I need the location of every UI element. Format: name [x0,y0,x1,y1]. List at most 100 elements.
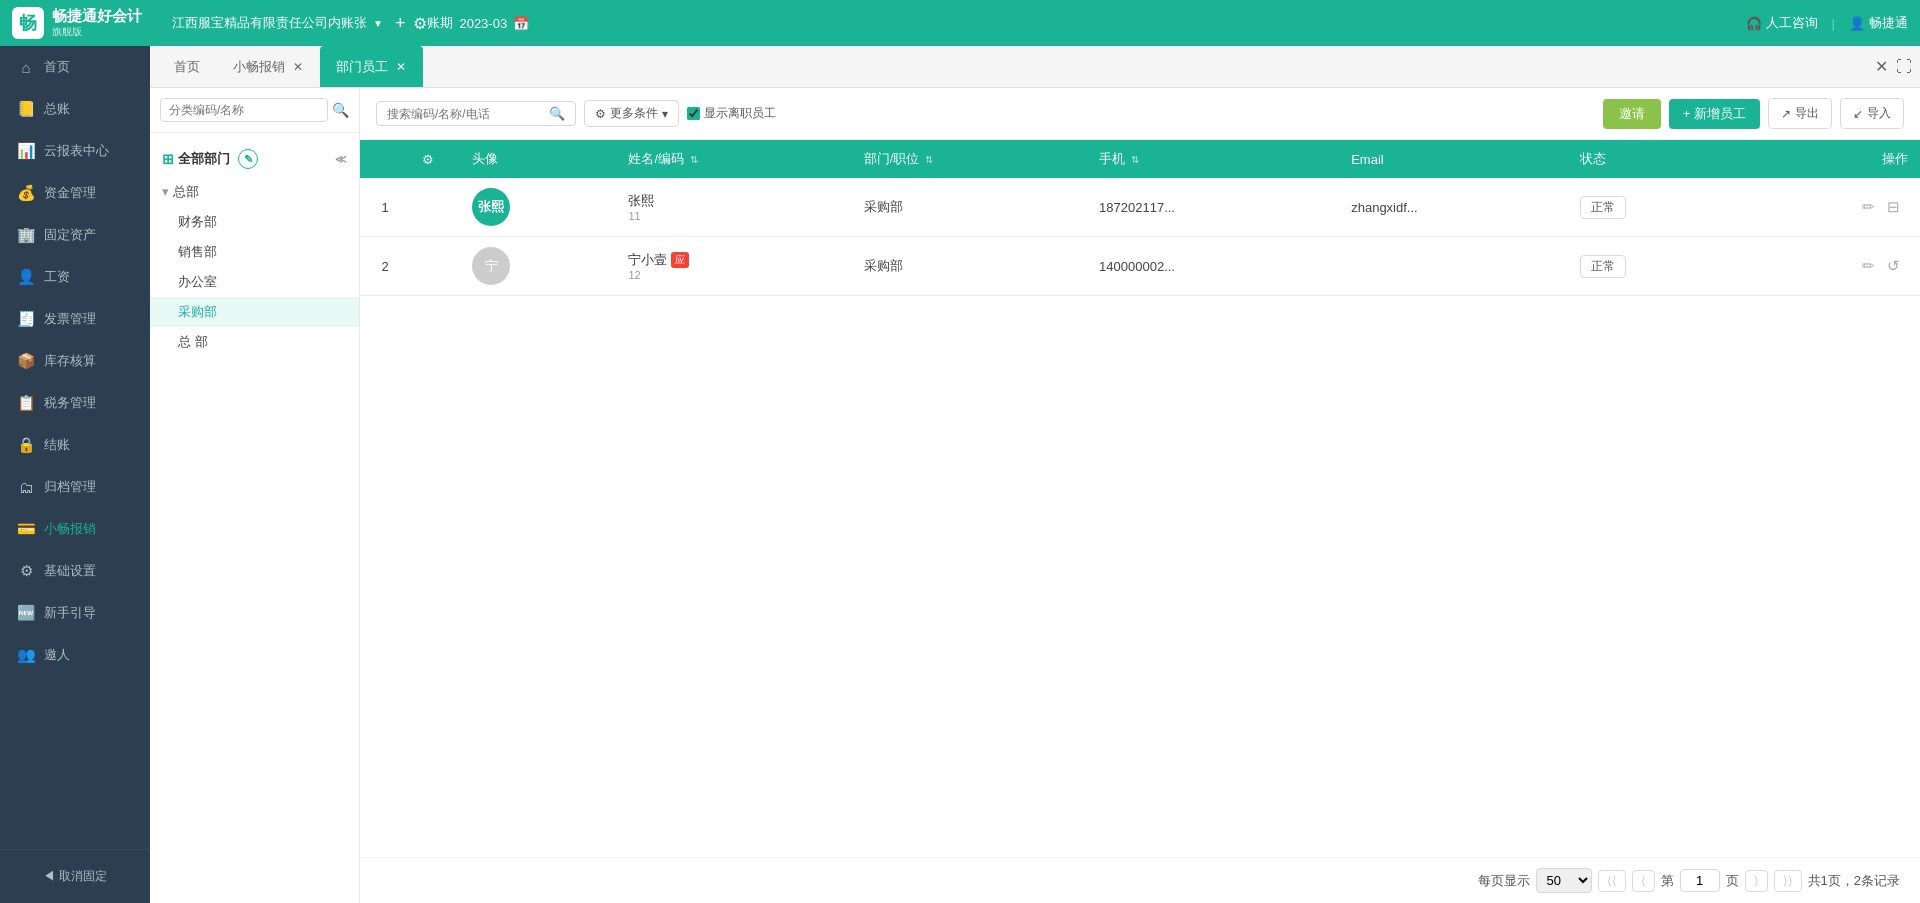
tab-expense-close[interactable]: ✕ [293,60,303,74]
sidebar-item-funds[interactable]: 💰 资金管理 [0,172,150,214]
row2-edit-button[interactable]: ✏ [1862,257,1875,274]
dept-label-hq: 总部 [173,184,199,199]
page-number-input[interactable] [1680,869,1720,892]
tax-icon: 📋 [16,394,36,412]
prev-page-button[interactable]: ⟨ [1632,870,1655,892]
first-page-button[interactable]: ⟨⟨ [1598,870,1626,892]
dept-tree: ⊞ 全部部门 ✎ ≪ ▾ 总部 财务部 销售部 [150,133,359,903]
sidebar: ⌂ 首页 📒 总账 📊 云报表中心 💰 资金管理 🏢 固定资产 👤 工资 🧾 发… [0,46,150,903]
dept-item-general[interactable]: 总 部 [150,327,359,357]
left-panel: 🔍 ⊞ 全部部门 ✎ ≪ ▾ 总部 财务部 [150,88,360,903]
col-settings[interactable]: ⚙ [410,140,460,178]
sidebar-item-closing[interactable]: 🔒 结账 [0,424,150,466]
calendar-icon[interactable]: 📅 [513,16,529,31]
dept-item-hq[interactable]: ▾ 总部 [150,177,359,207]
row2-dept-cell: 采购部 [852,237,1087,296]
invite-button[interactable]: 邀请 [1603,99,1661,129]
sidebar-item-home[interactable]: ⌂ 首页 [0,46,150,88]
all-dept-item[interactable]: ⊞ 全部部门 ✎ ≪ [150,141,359,177]
show-resigned-label[interactable]: 显示离职员工 [687,105,776,122]
company-selector[interactable]: 江西服宝精品有限责任公司内账张 ▼ [172,14,383,32]
per-page-select[interactable]: 50 10 20 100 [1536,868,1592,893]
col-phone[interactable]: 手机 ⇅ [1087,140,1339,178]
row1-edit-button[interactable]: ✏ [1862,198,1875,215]
row2-email-cell [1339,237,1567,296]
dept-item-finance[interactable]: 财务部 [150,207,359,237]
dept-edit-button[interactable]: ✎ [238,149,258,169]
tab-window-buttons: ✕ ⛶ [1875,57,1912,76]
tab-employee[interactable]: 部门员工 ✕ [320,46,423,87]
sidebar-item-inventory[interactable]: 📦 库存核算 [0,340,150,382]
maximize-window-button[interactable]: ⛶ [1896,58,1912,76]
col-name-code[interactable]: 姓名/编码 ⇅ [616,140,851,178]
sidebar-item-assets[interactable]: 🏢 固定资产 [0,214,150,256]
page-content: 🔍 ⊞ 全部部门 ✎ ≪ ▾ 总部 财务部 [150,88,1920,903]
pagination-bar: 每页显示 50 10 20 100 ⟨⟨ ⟨ 第 页 ⟩ ⟩⟩ 共1页，2条记录 [360,857,1920,903]
row1-avatar-cell: 张熙 [460,178,616,237]
dept-item-sales[interactable]: 销售部 [150,237,359,267]
dept-search-icon[interactable]: 🔍 [332,102,349,118]
add-employee-button[interactable]: + 新增员工 [1669,99,1760,129]
tab-home-label: 首页 [174,58,200,76]
unfix-label: ◀ 取消固定 [43,868,106,885]
filter-icon: ⚙ [595,107,606,121]
sidebar-item-reports[interactable]: 📊 云报表中心 [0,130,150,172]
next-page-button[interactable]: ⟩ [1745,870,1768,892]
tab-bar: 首页 小畅报销 ✕ 部门员工 ✕ ✕ ⛶ [150,46,1920,88]
dept-search-input[interactable] [160,98,328,122]
sidebar-item-salary[interactable]: 👤 工资 [0,256,150,298]
user-icon: 👤 [1849,16,1865,31]
unfix-button[interactable]: ◀ 取消固定 [0,860,150,893]
sidebar-item-tax[interactable]: 📋 税务管理 [0,382,150,424]
header-divider: | [1832,16,1835,31]
sidebar-item-archive[interactable]: 🗂 归档管理 [0,466,150,508]
tab-home[interactable]: 首页 [158,46,217,87]
sidebar-label-invite: 邀人 [44,646,70,664]
dept-item-office[interactable]: 办公室 [150,267,359,297]
row2-restore-button[interactable]: ↺ [1887,257,1900,274]
last-page-button[interactable]: ⟩⟩ [1774,870,1802,892]
sidebar-item-expense[interactable]: 💳 小畅报销 [0,508,150,550]
archive-icon: 🗂 [16,479,36,496]
tab-expense[interactable]: 小畅报销 ✕ [217,46,320,87]
sidebar-label-closing: 结账 [44,436,70,454]
toolbar: 🔍 ⚙ 更多条件 ▾ 显示离职员工 邀请 + 新增员工 [360,88,1920,140]
col-dept[interactable]: 部门/职位 ⇅ [852,140,1087,178]
employee-search-input[interactable] [387,107,543,121]
more-filter-button[interactable]: ⚙ 更多条件 ▾ [584,100,679,127]
show-resigned-checkbox[interactable] [687,107,700,120]
sidebar-item-invoice[interactable]: 🧾 发票管理 [0,298,150,340]
home-icon: ⌂ [16,59,36,76]
filter-label: 更多条件 [610,105,658,122]
dept-label-sales: 销售部 [178,244,217,259]
dept-item-purchase[interactable]: 采购部 [150,297,359,327]
col-index [360,140,410,178]
col-status: 状态 [1568,140,1745,178]
sidebar-item-invite[interactable]: 👥 邀人 [0,634,150,676]
add-account-button[interactable]: + [395,13,406,34]
export-button[interactable]: ↗ 导出 [1768,98,1832,129]
dept-label-general: 总 部 [178,334,208,349]
settings-button[interactable]: ⚙ [413,14,427,33]
sidebar-item-settings[interactable]: ⚙ 基础设置 [0,550,150,592]
export-icon: ↗ [1781,107,1791,121]
emp-code: 12 [628,269,839,281]
period-value: 2023-03 [459,16,507,31]
service-button[interactable]: 🎧 人工咨询 [1746,14,1818,32]
employee-table: ⚙ 头像 姓名/编码 ⇅ 部门/职位 ⇅ 手机 ⇅ Email 状态 操作 [360,140,1920,296]
row1-name-cell: 张熙 11 [616,178,851,237]
company-name: 江西服宝精品有限责任公司内账张 [172,14,367,32]
employee-search-icon[interactable]: 🔍 [549,106,565,121]
sort-dept-icon: ⇅ [925,154,933,165]
sidebar-item-guide[interactable]: 🆕 新手引导 [0,592,150,634]
headset-icon: 🎧 [1746,16,1762,31]
user-area[interactable]: 👤 畅捷通 [1849,14,1908,32]
close-window-button[interactable]: ✕ [1875,57,1888,76]
dept-collapse-arrow[interactable]: ≪ [335,153,347,166]
row1-logout-button[interactable]: ⊟ [1887,198,1900,215]
sidebar-item-ledger[interactable]: 📒 总账 [0,88,150,130]
table-row: 1 张熙 张熙 11 采购部 187202117... [360,178,1920,237]
tab-employee-close[interactable]: ✕ [396,60,406,74]
import-button[interactable]: ↙ 导入 [1840,98,1904,129]
company-dropdown-arrow: ▼ [373,18,383,29]
